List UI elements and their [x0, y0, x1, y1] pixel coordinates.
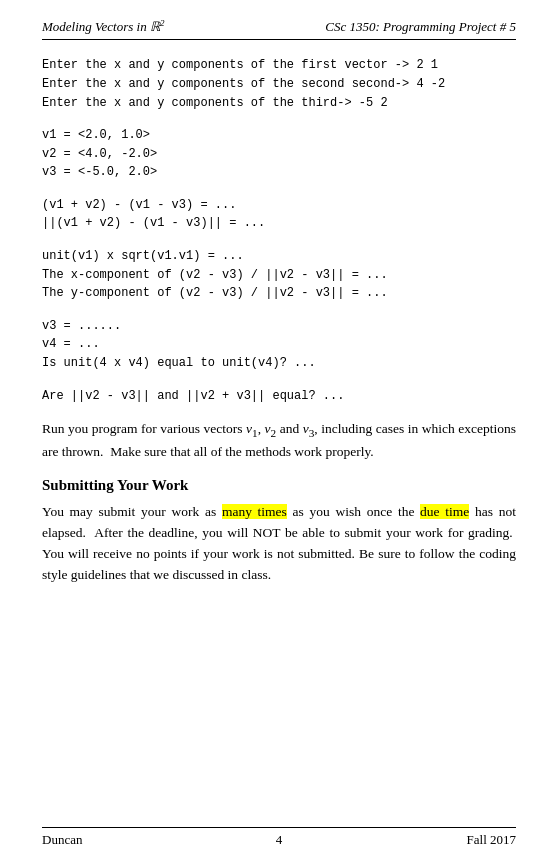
section-heading: Submitting Your Work — [42, 477, 516, 494]
page: Modeling Vectors in ℝ2 CSc 1350: Program… — [0, 0, 558, 866]
expressions3-block: v3 = ...... v4 = ... Is unit(4 x v4) equ… — [42, 317, 516, 373]
footer-left: Duncan — [42, 832, 82, 848]
footer-right: Fall 2017 — [467, 832, 516, 848]
run-program-text: Run you program for various vectors v1, … — [42, 419, 516, 463]
expressions2-block: unit(v1) x sqrt(v1.v1) = ... The x-compo… — [42, 247, 516, 303]
expressions4-block: Are ||v2 - v3|| and ||v2 + v3|| equal? .… — [42, 387, 516, 406]
expressions1-block: (v1 + v2) - (v1 - v3) = ... ||(v1 + v2) … — [42, 196, 516, 233]
header-right: CSc 1350: Programming Project # 5 — [325, 19, 516, 35]
page-header: Modeling Vectors in ℝ2 CSc 1350: Program… — [42, 18, 516, 40]
vector-values-block: v1 = <2.0, 1.0> v2 = <4.0, -2.0> v3 = <-… — [42, 126, 516, 182]
submitting-paragraph: You may submit your work as many times a… — [42, 502, 516, 586]
page-footer: Duncan 4 Fall 2017 — [42, 827, 516, 848]
input-prompts-block: Enter the x and y components of the firs… — [42, 56, 516, 112]
header-left: Modeling Vectors in ℝ2 — [42, 18, 164, 35]
highlight-due-time: due time — [420, 504, 469, 519]
highlight-many-times: many times — [222, 504, 287, 519]
footer-center: 4 — [276, 832, 283, 848]
